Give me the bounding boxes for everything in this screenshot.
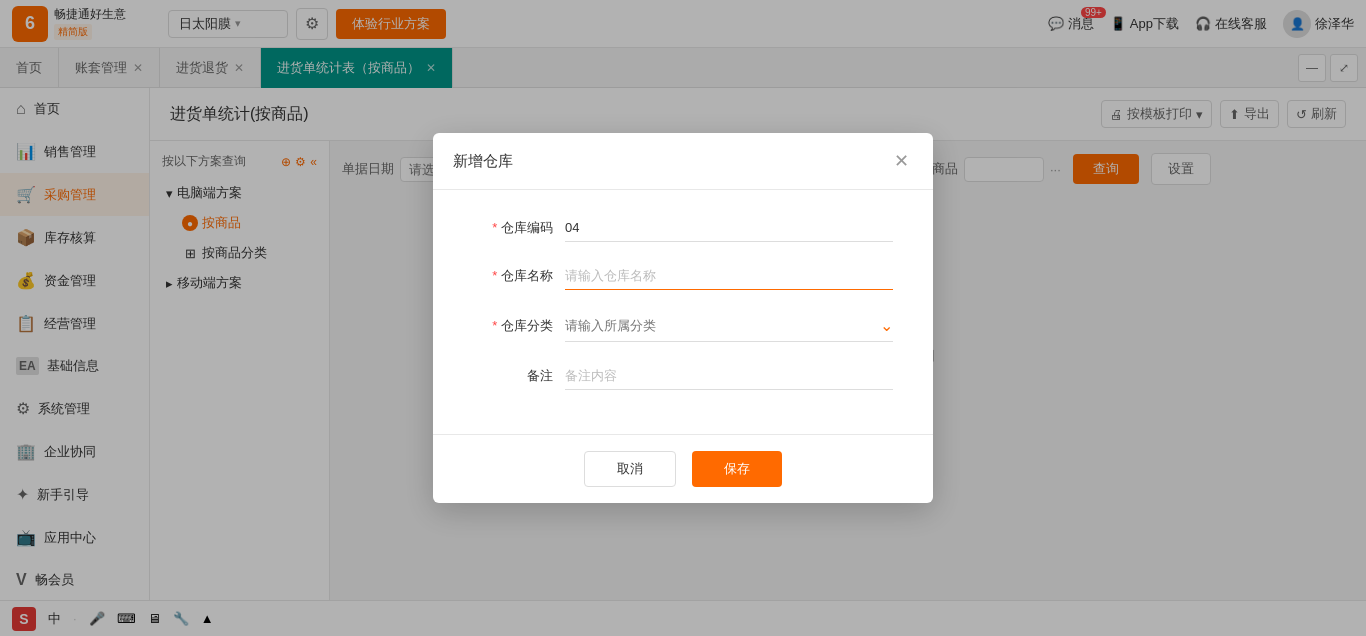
dialog-title: 新增仓库 bbox=[453, 152, 513, 171]
save-button[interactable]: 保存 bbox=[692, 451, 782, 487]
warehouse-code-row: 仓库编码 bbox=[473, 214, 893, 242]
warehouse-name-row: 仓库名称 bbox=[473, 262, 893, 290]
dialog-header: 新增仓库 ✕ bbox=[433, 133, 933, 190]
dialog-footer: 取消 保存 bbox=[433, 434, 933, 503]
warehouse-category-label: 仓库分类 bbox=[473, 317, 553, 335]
note-label: 备注 bbox=[473, 367, 553, 385]
warehouse-name-label: 仓库名称 bbox=[473, 267, 553, 285]
category-dropdown-icon: ⌄ bbox=[880, 316, 893, 335]
note-row: 备注 bbox=[473, 362, 893, 390]
note-input[interactable] bbox=[565, 362, 893, 390]
cancel-button[interactable]: 取消 bbox=[584, 451, 676, 487]
warehouse-category-row: 仓库分类 ⌄ bbox=[473, 310, 893, 342]
warehouse-category-input[interactable] bbox=[565, 318, 880, 333]
new-warehouse-dialog: 新增仓库 ✕ 仓库编码 仓库名称 仓库分类 ⌄ bbox=[433, 133, 933, 503]
warehouse-code-label: 仓库编码 bbox=[473, 219, 553, 237]
warehouse-name-input[interactable] bbox=[565, 262, 893, 290]
warehouse-category-select[interactable]: ⌄ bbox=[565, 310, 893, 342]
dialog-close-icon[interactable]: ✕ bbox=[889, 149, 913, 173]
dialog-body: 仓库编码 仓库名称 仓库分类 ⌄ 备注 bbox=[433, 190, 933, 434]
dialog-overlay: 新增仓库 ✕ 仓库编码 仓库名称 仓库分类 ⌄ bbox=[0, 0, 1366, 636]
warehouse-code-input[interactable] bbox=[565, 214, 893, 242]
